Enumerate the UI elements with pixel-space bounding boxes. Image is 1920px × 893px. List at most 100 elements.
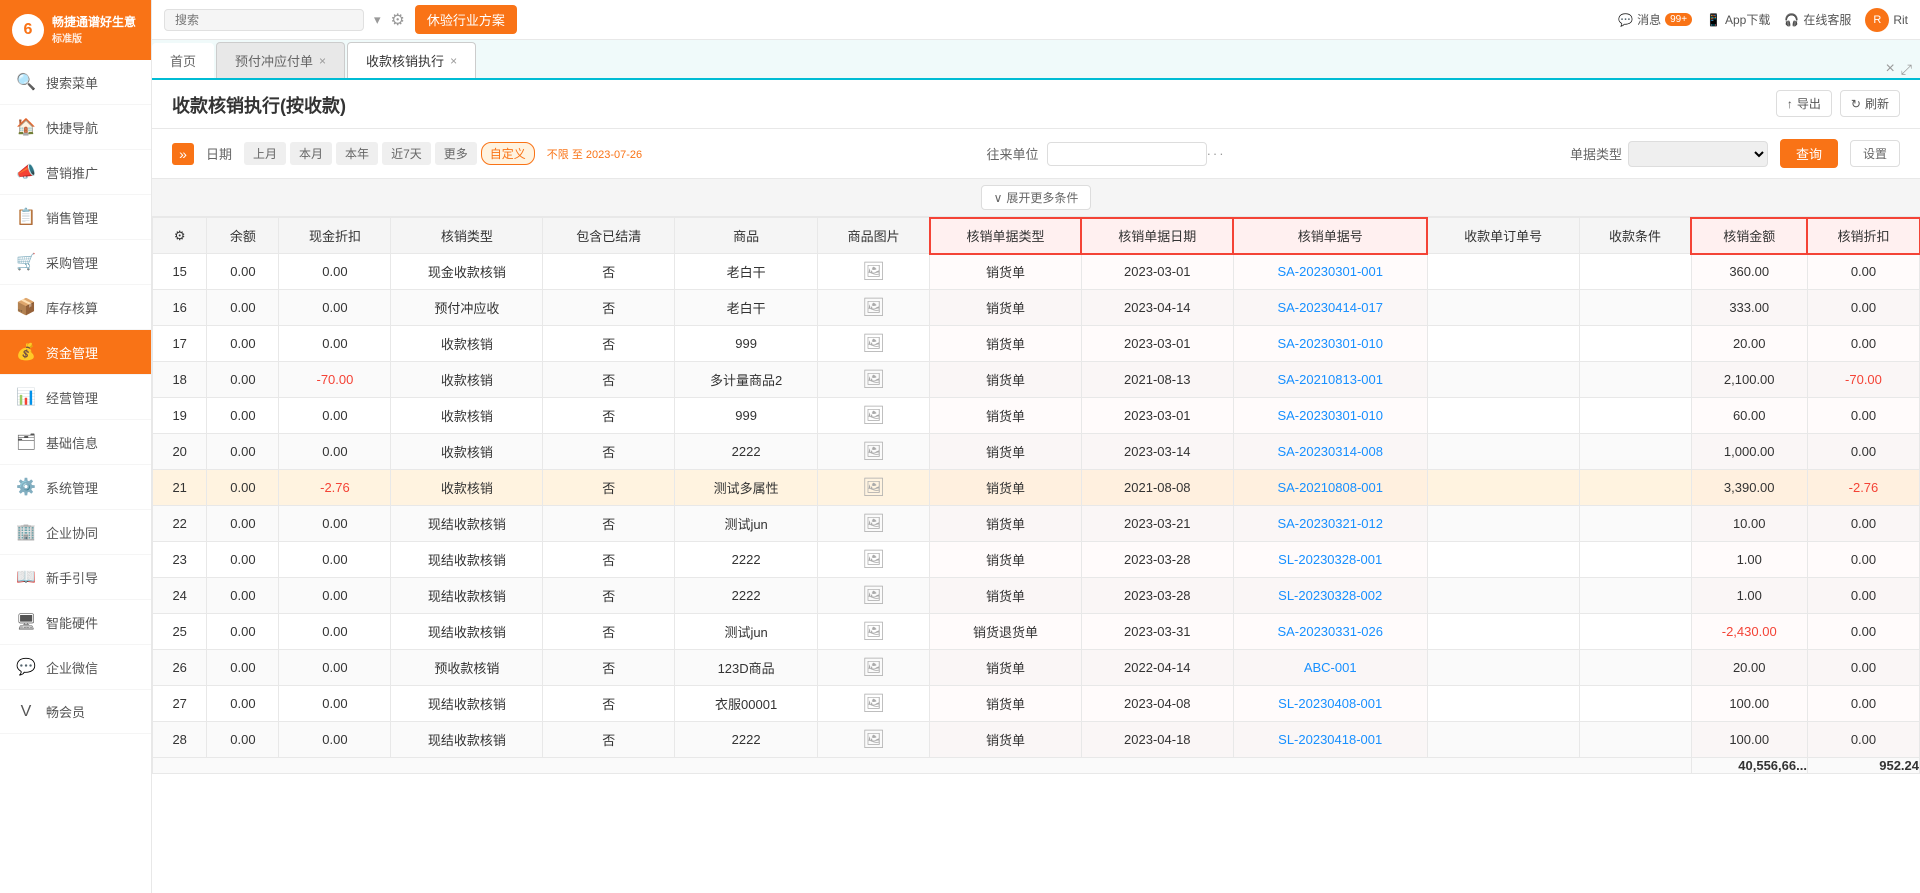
cell-bill_no: SA-20230321-012 (1233, 506, 1427, 542)
sidebar-item-system[interactable]: ⚙️系统管理 (0, 465, 151, 510)
cell-gear: 20 (153, 434, 207, 470)
bill-no-link[interactable]: SA-20230331-026 (1277, 624, 1383, 639)
bill-no-link[interactable]: SL-20230328-001 (1278, 552, 1382, 567)
sidebar-item-label: 搜索菜单 (46, 73, 98, 92)
page-title: 收款核销执行(按收款) (172, 92, 1900, 128)
user-info[interactable]: R Rit (1865, 8, 1908, 32)
cell-writeoff_amount: 1.00 (1691, 578, 1807, 614)
bill-no-link[interactable]: SA-20230321-012 (1277, 516, 1383, 531)
sidebar-item-vip[interactable]: V畅会员 (0, 690, 151, 734)
table-row: 280.000.00现结收款核销否2222🖼销货单2023-04-18SL-20… (153, 722, 1920, 758)
partner-input[interactable] (1047, 142, 1207, 166)
table-container[interactable]: ⚙余额现金折扣核销类型包含已结清商品商品图片核销单据类型核销单据日期核销单据号收… (152, 217, 1920, 893)
sidebar-item-label: 销售管理 (46, 208, 98, 227)
page-actions: ↑ 导出 ↻ 刷新 (1776, 90, 1900, 117)
cell-bill_type: 销货单 (930, 290, 1082, 326)
partner-dots[interactable]: ··· (1207, 146, 1226, 161)
cell-included_settled: 否 (543, 506, 675, 542)
bill-no-link[interactable]: SL-20230408-001 (1278, 696, 1382, 711)
table-header: ⚙余额现金折扣核销类型包含已结清商品商品图片核销单据类型核销单据日期核销单据号收… (153, 218, 1920, 254)
sidebar-item-basic[interactable]: 🗂基础信息 (0, 420, 151, 465)
table-row: 260.000.00预收款核销否123D商品🖼销货单2022-04-14ABC-… (153, 650, 1920, 686)
tab-prepay[interactable]: 预付冲应付单× (216, 42, 345, 78)
cell-goods_img: 🖼 (818, 650, 930, 686)
cell-balance: 0.00 (207, 542, 279, 578)
cell-goods: 2222 (675, 542, 818, 578)
logo-icon: 6 (12, 14, 44, 46)
col-header-receipt_order_no: 收款单订单号 (1427, 218, 1579, 254)
sidebar-item-enterprise[interactable]: 🏢企业协同 (0, 510, 151, 555)
cell-goods_img: 🖼 (818, 722, 930, 758)
tab-writeoff[interactable]: 收款核销执行× (347, 42, 476, 78)
header-left: ▾ ⚙ 休验行业方案 (164, 5, 517, 34)
bill-no-link[interactable]: SA-20230314-008 (1277, 444, 1383, 459)
bill-no-link[interactable]: SA-20230301-001 (1277, 264, 1383, 279)
total-discount: 952.24 (1807, 758, 1919, 774)
cell-balance: 0.00 (207, 578, 279, 614)
sidebar-item-search[interactable]: 🔍搜索菜单 (0, 60, 151, 105)
sidebar: 6 畅捷通谱好生意 标准版 🔍搜索菜单🏠快捷导航📣营销推广📋销售管理🛒采购管理📦… (0, 0, 152, 893)
sidebar-item-wechat[interactable]: 💬企业微信 (0, 645, 151, 690)
app-download-button[interactable]: 📱 App下载 (1706, 11, 1770, 28)
table-body: 150.000.00现金收款核销否老白干🖼销货单2023-03-01SA-202… (153, 254, 1920, 758)
cell-bill_date: 2023-03-14 (1081, 434, 1233, 470)
tab-close-prepay[interactable]: × (319, 54, 326, 68)
tab-home[interactable]: 首页 (152, 43, 214, 78)
header-bar: ▾ ⚙ 休验行业方案 💬 消息 99+ 📱 App下载 🎧 在线客服 R Rit (152, 0, 1920, 40)
solution-button[interactable]: 休验行业方案 (415, 5, 517, 34)
bill-no-link[interactable]: SA-20230301-010 (1277, 336, 1383, 351)
bill-no-link[interactable]: SL-20230418-001 (1278, 732, 1382, 747)
refresh-button[interactable]: ↻ 刷新 (1840, 90, 1900, 117)
bill-no-link[interactable]: ABC-001 (1304, 660, 1357, 675)
date-option-更多[interactable]: 更多 (435, 142, 477, 165)
col-header-writeoff_discount: 核销折扣 (1807, 218, 1919, 254)
sidebar-item-guide[interactable]: 📖新手引导 (0, 555, 151, 600)
cell-bill_date: 2022-04-14 (1081, 650, 1233, 686)
cell-goods_img: 🖼 (818, 614, 930, 650)
date-option-本月[interactable]: 本月 (290, 142, 332, 165)
date-option-本年[interactable]: 本年 (336, 142, 378, 165)
sidebar-item-finance[interactable]: 💰资金管理 (0, 330, 151, 375)
cell-cash_discount: 0.00 (279, 506, 391, 542)
bill-no-link[interactable]: SA-20230301-010 (1277, 408, 1383, 423)
export-icon: ↑ (1787, 97, 1793, 111)
bill-no-link[interactable]: SL-20230328-002 (1278, 588, 1382, 603)
sidebar-item-business[interactable]: 📊经营管理 (0, 375, 151, 420)
query-button[interactable]: 查询 (1780, 139, 1838, 168)
date-option-近7天[interactable]: 近7天 (382, 142, 431, 165)
online-service-button[interactable]: 🎧 在线客服 (1784, 11, 1851, 28)
page-content: 收款核销执行(按收款) ↑ 导出 ↻ 刷新 » 日期 上月本月本年近7天更多自定… (152, 80, 1920, 893)
sidebar-item-sales[interactable]: 📋销售管理 (0, 195, 151, 240)
filter-settings-button[interactable]: 设置 (1850, 140, 1900, 167)
sidebar-item-hardware[interactable]: 🖥智能硬件 (0, 600, 151, 645)
cell-writeoff_discount: 0.00 (1807, 650, 1919, 686)
date-custom-button[interactable]: 自定义 (481, 142, 535, 165)
close-window-icon[interactable]: × (1885, 60, 1894, 78)
bill-no-link[interactable]: SA-20210808-001 (1277, 480, 1383, 495)
sidebar-item-marketing[interactable]: 📣营销推广 (0, 150, 151, 195)
filter-bar: » 日期 上月本月本年近7天更多自定义 不限 至 2023-07-26 往来单位… (152, 129, 1920, 179)
bill-no-link[interactable]: SA-20210813-001 (1277, 372, 1383, 387)
cell-bill_date: 2023-04-14 (1081, 290, 1233, 326)
date-option-上月[interactable]: 上月 (244, 142, 286, 165)
cell-included_settled: 否 (543, 650, 675, 686)
maximize-icon[interactable]: ⤢ (1901, 61, 1912, 78)
bill-type-select[interactable] (1628, 141, 1768, 167)
bill-no-link[interactable]: SA-20230414-017 (1277, 300, 1383, 315)
sidebar-item-label: 系统管理 (46, 478, 98, 497)
export-button[interactable]: ↑ 导出 (1776, 90, 1832, 117)
sidebar-item-label: 企业协同 (46, 523, 98, 542)
filter-expand-button[interactable]: » (172, 143, 194, 165)
cell-writeoff_type: 收款核销 (391, 326, 543, 362)
cell-writeoff_amount: 2,100.00 (1691, 362, 1807, 398)
gear-icon[interactable]: ⚙ (391, 10, 405, 30)
search-input[interactable] (164, 9, 364, 31)
sidebar-item-inventory[interactable]: 📦库存核算 (0, 285, 151, 330)
cell-balance: 0.00 (207, 326, 279, 362)
sidebar-item-quick-nav[interactable]: 🏠快捷导航 (0, 105, 151, 150)
message-button[interactable]: 💬 消息 99+ (1618, 11, 1692, 28)
sidebar-item-purchase[interactable]: 🛒采购管理 (0, 240, 151, 285)
expand-more-button[interactable]: ∨ 展开更多条件 (981, 185, 1092, 210)
tab-close-writeoff[interactable]: × (450, 54, 457, 68)
cell-receipt_order_no (1427, 722, 1579, 758)
